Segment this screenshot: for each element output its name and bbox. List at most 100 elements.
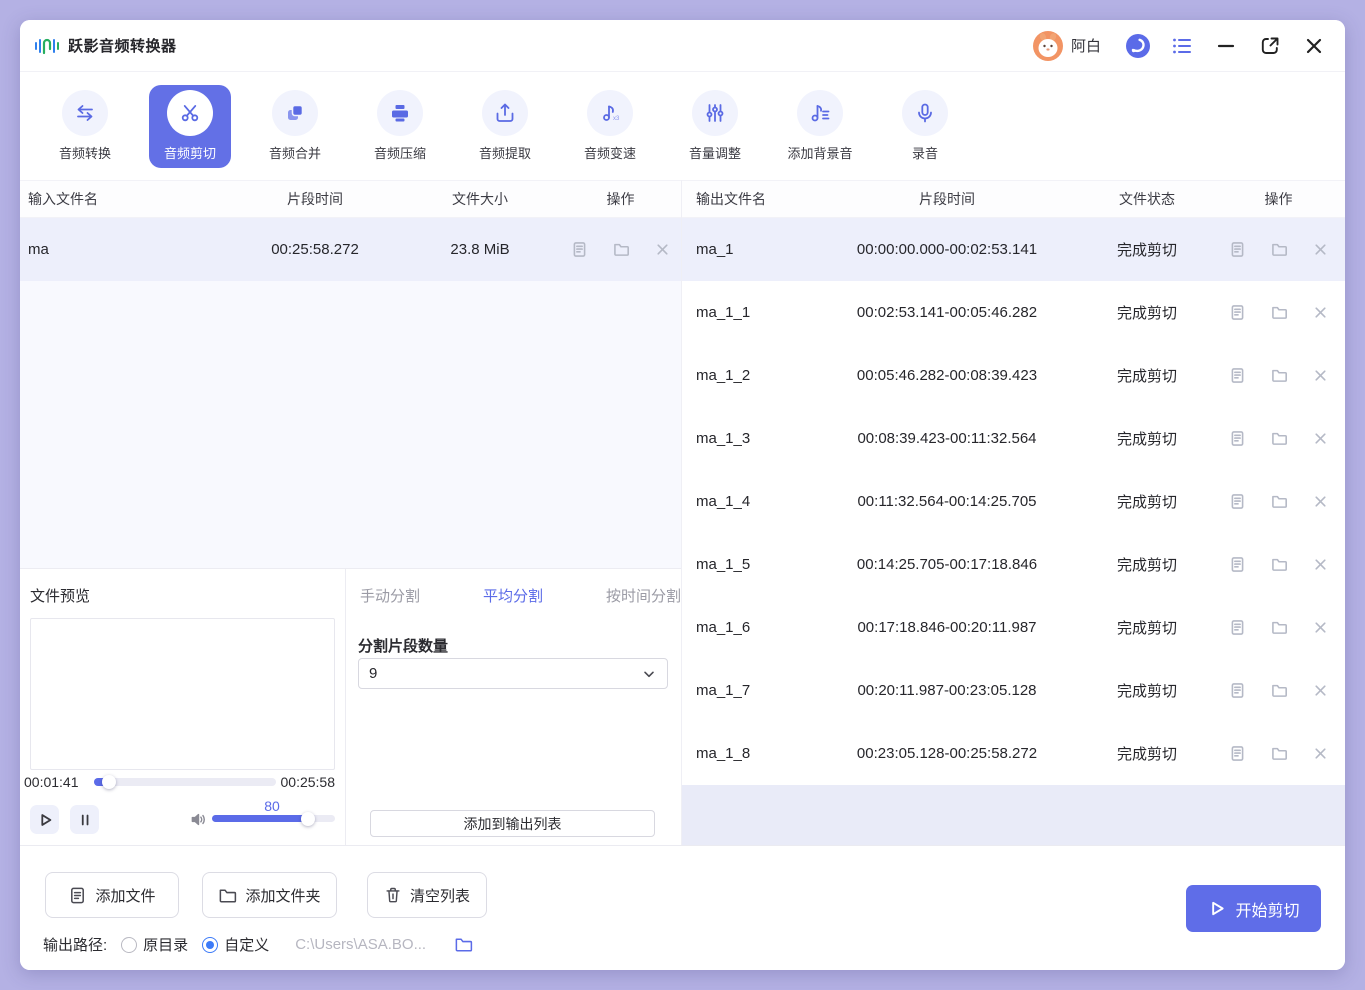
open-folder-icon[interactable] [1271, 493, 1288, 510]
file-info-icon[interactable] [1229, 493, 1246, 510]
file-status: 完成剪切 [1116, 242, 1177, 259]
tab-audio-merge[interactable]: 音频合并 [254, 85, 336, 168]
open-folder-icon[interactable] [1271, 367, 1288, 384]
task-list-icon[interactable] [1169, 33, 1195, 59]
output-table-footer-strip [682, 785, 1345, 845]
merge-squares-icon [272, 90, 318, 136]
add-file-button[interactable]: 添加文件 [45, 872, 179, 918]
open-folder-icon[interactable] [1271, 556, 1288, 573]
add-folder-label: 添加文件夹 [245, 887, 321, 905]
col-segment-time: 片段时间 [919, 191, 975, 207]
tab-audio-convert[interactable]: 音频转换 [44, 85, 126, 168]
segment-time: 00:02:53.141-00:05:46.282 [856, 304, 1038, 321]
volume-handle[interactable] [300, 811, 315, 826]
open-folder-icon[interactable] [1271, 682, 1288, 699]
output-table-row[interactable]: ma_1_6 00:17:18.846-00:20:11.987 完成剪切 [682, 596, 1345, 659]
tab-time-split[interactable]: 按时间分割 [606, 585, 681, 606]
tab-audio-speed[interactable]: x3 音频变速 [569, 85, 651, 168]
remove-icon[interactable] [1313, 494, 1328, 509]
clear-list-button[interactable]: 清空列表 [367, 872, 487, 918]
output-table-row[interactable]: ma_1 00:00:00.000-00:02:53.141 完成剪切 [682, 218, 1345, 281]
start-cut-label: 开始剪切 [1235, 902, 1300, 920]
output-table-row[interactable]: ma_1_7 00:20:11.987-00:23:05.128 完成剪切 [682, 659, 1345, 722]
file-info-icon[interactable] [1229, 367, 1246, 384]
open-folder-icon[interactable] [1271, 241, 1288, 258]
play-icon [1212, 901, 1225, 916]
file-status: 完成剪切 [1116, 305, 1177, 322]
output-table-row[interactable]: ma_1_8 00:23:05.128-00:25:58.272 完成剪切 [682, 722, 1345, 785]
segment-time: 00:00:00.000-00:02:53.141 [856, 241, 1038, 258]
output-table-row[interactable]: ma_1_5 00:14:25.705-00:17:18.846 完成剪切 [682, 533, 1345, 596]
add-folder-button[interactable]: 添加文件夹 [202, 872, 337, 918]
maximize-icon[interactable] [1257, 33, 1283, 59]
open-folder-icon[interactable] [1271, 304, 1288, 321]
output-table-row[interactable]: ma_1_4 00:11:32.564-00:14:25.705 完成剪切 [682, 470, 1345, 533]
open-folder-icon[interactable] [1271, 430, 1288, 447]
tab-volume-adjust[interactable]: 音量调整 [674, 85, 756, 168]
tab-record[interactable]: 录音 [884, 85, 966, 168]
file-info-icon[interactable] [1229, 682, 1246, 699]
volume-slider[interactable] [212, 811, 335, 826]
tab-audio-extract[interactable]: 音频提取 [464, 85, 546, 168]
file-info-icon[interactable] [1229, 619, 1246, 636]
add-to-output-button[interactable]: 添加到输出列表 [370, 810, 655, 837]
tab-label: 录音 [911, 146, 938, 161]
file-info-icon[interactable] [1229, 241, 1246, 258]
remove-icon[interactable] [1313, 620, 1328, 635]
tab-average-split[interactable]: 平均分割 [483, 585, 543, 606]
minimize-icon[interactable] [1213, 33, 1239, 59]
remove-icon[interactable] [1313, 305, 1328, 320]
clear-list-label: 清空列表 [409, 887, 470, 905]
tab-audio-compress[interactable]: 音频压缩 [359, 85, 441, 168]
open-folder-icon[interactable] [1271, 619, 1288, 636]
pause-button[interactable] [70, 805, 99, 834]
tab-label: 添加背景音 [787, 146, 853, 161]
progress-handle[interactable] [101, 775, 116, 789]
output-table-row[interactable]: ma_1_2 00:05:46.282-00:08:39.423 完成剪切 [682, 344, 1345, 407]
customer-service-icon[interactable] [1125, 33, 1151, 59]
segment-count-select[interactable]: 9 [358, 658, 668, 689]
start-cut-button[interactable]: 开始剪切 [1186, 885, 1321, 932]
play-button[interactable] [30, 805, 59, 834]
remove-icon[interactable] [1313, 368, 1328, 383]
current-time: 00:01:41 [24, 774, 79, 790]
radio-original-dir[interactable] [121, 936, 138, 953]
remove-icon[interactable] [655, 242, 670, 257]
radio-custom-label[interactable]: 自定义 [224, 934, 269, 955]
file-info-icon[interactable] [571, 241, 588, 258]
open-folder-icon[interactable] [1271, 745, 1288, 762]
remove-icon[interactable] [1313, 431, 1328, 446]
tab-manual-split[interactable]: 手动分割 [360, 585, 420, 606]
remove-icon[interactable] [1313, 683, 1328, 698]
remove-icon[interactable] [1313, 557, 1328, 572]
tab-add-background[interactable]: 添加背景音 [779, 85, 861, 168]
output-table-row[interactable]: ma_1_1 00:02:53.141-00:05:46.282 完成剪切 [682, 281, 1345, 344]
remove-icon[interactable] [1313, 242, 1328, 257]
browse-folder-icon[interactable] [454, 935, 473, 954]
segment-time: 00:25:58.272 [271, 241, 359, 258]
progress-slider[interactable] [94, 775, 276, 789]
volume-fill [212, 815, 308, 822]
tab-label: 音频压缩 [373, 146, 426, 161]
user-name[interactable]: 阿白 [1071, 35, 1101, 56]
split-mode-tabs: 手动分割 平均分割 按时间分割 [360, 585, 681, 606]
close-icon[interactable] [1301, 33, 1327, 59]
output-file-name: ma_1_6 [696, 619, 751, 636]
tab-audio-cut[interactable]: 音频剪切 [149, 85, 231, 168]
segment-time: 00:23:05.128-00:25:58.272 [856, 745, 1038, 762]
output-path-label: 输出路径: [43, 937, 108, 954]
radio-custom-dir[interactable] [202, 936, 219, 953]
remove-icon[interactable] [1313, 746, 1328, 761]
output-table-row[interactable]: ma_1_3 00:08:39.423-00:11:32.564 完成剪切 [682, 407, 1345, 470]
file-info-icon[interactable] [1229, 304, 1246, 321]
avatar[interactable] [1032, 30, 1063, 61]
file-info-icon[interactable] [1229, 745, 1246, 762]
open-folder-icon[interactable] [613, 241, 630, 258]
input-table-row[interactable]: ma 00:25:58.272 23.8 MiB [20, 218, 681, 281]
speaker-icon[interactable] [190, 811, 207, 828]
note-speed-icon: x3 [587, 90, 633, 136]
radio-original-label[interactable]: 原目录 [143, 934, 188, 955]
microphone-icon [902, 90, 948, 136]
file-info-icon[interactable] [1229, 430, 1246, 447]
file-info-icon[interactable] [1229, 556, 1246, 573]
